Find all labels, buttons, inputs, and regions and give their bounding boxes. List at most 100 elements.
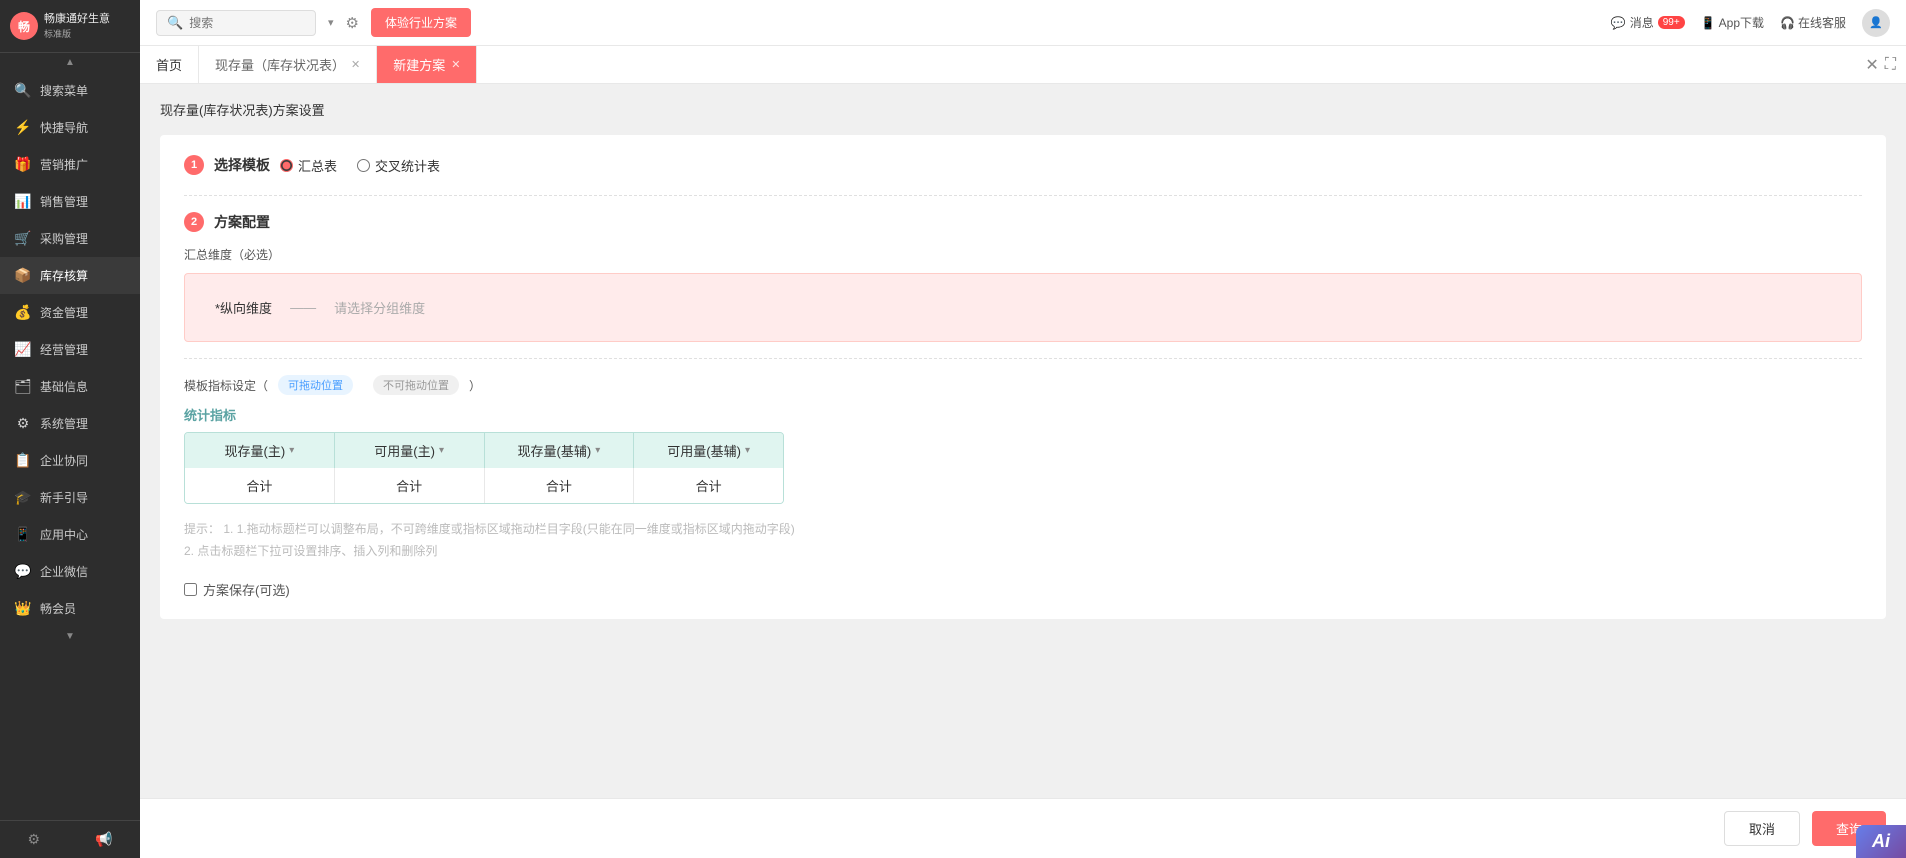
online-service-label: 在线客服 (1798, 14, 1846, 31)
inventory-icon: 📦 (14, 267, 32, 284)
tab-inventory[interactable]: 现存量（库存状况表） ✕ (199, 46, 377, 83)
sidebar-item-appstore[interactable]: 📱 应用中心 (0, 516, 140, 553)
indicator-col-2-label: 可用量(主) (374, 441, 435, 460)
indicator-cell-3: 合计 (485, 468, 635, 503)
trial-industry-button[interactable]: 体验行业方案 (371, 8, 471, 37)
indicator-col-3[interactable]: 现存量(基辅) ▾ (485, 433, 635, 468)
sidebar-item-sales[interactable]: 📊 销售管理 (0, 183, 140, 220)
online-service-button[interactable]: 🎧 在线客服 (1780, 14, 1846, 31)
sidebar-help-icon[interactable]: 📢 (95, 831, 112, 848)
indicator-col-1[interactable]: 现存量(主) ▾ (185, 433, 335, 468)
tab-close-all-icon[interactable]: ✕ (1865, 55, 1878, 75)
radio-cross-label: 交叉统计表 (375, 156, 440, 175)
agreement-icon: 📋 (14, 452, 32, 469)
sidebar-item-label-business: 经营管理 (40, 341, 88, 358)
tab-new-scheme[interactable]: 新建方案 ✕ (377, 46, 477, 83)
topbar-chevron-icon[interactable]: ▾ (328, 16, 334, 29)
app-name: 畅康通好生意 (44, 12, 110, 26)
sidebar-item-wechat[interactable]: 💬 企业微信 (0, 553, 140, 590)
sidebar-item-purchase[interactable]: 🛒 采购管理 (0, 220, 140, 257)
tabbar-actions: ✕ ⛶ (1855, 55, 1906, 75)
sidebar-logo: 畅 畅康通好生意 标准版 (0, 0, 140, 53)
app-download-label: App下载 (1719, 14, 1764, 31)
message-button[interactable]: 💬 消息 99+ (1611, 14, 1685, 31)
stats-label: 统计指标 (184, 405, 1862, 424)
radio-summary[interactable]: 汇总表 (280, 156, 337, 175)
save-option-label: 方案保存(可选) (203, 580, 290, 599)
sidebar-item-system[interactable]: ⚙ 系统管理 (0, 405, 140, 442)
indicator-col-2[interactable]: 可用量(主) ▾ (335, 433, 485, 468)
logo-icon: 畅 (10, 12, 38, 40)
sidebar-item-label-appstore: 应用中心 (40, 526, 88, 543)
tip-prefix: 提示： 1. (184, 522, 233, 536)
step2-section: 2 方案配置 汇总维度（必选） *纵向维度 —— 请选择分组维度 模板指标设定（… (184, 212, 1862, 560)
indicator-col-4[interactable]: 可用量(基辅) ▾ (634, 433, 783, 468)
tip-2-text: 2. 点击标题栏下拉可设置排序、插入列和删除列 (184, 544, 437, 558)
tip-2: 2. 点击标题栏下拉可设置排序、插入列和删除列 (184, 542, 1862, 560)
sidebar-item-basic[interactable]: 🗂 基础信息 (0, 368, 140, 405)
indicator-col-3-label: 现存量(基辅) (518, 441, 592, 460)
sidebar-item-label-finance: 资金管理 (40, 304, 88, 321)
indicator-table-header: 现存量(主) ▾ 可用量(主) ▾ 现存量(基辅) ▾ 可用量(基辅) (185, 433, 783, 468)
draggable-tag: 可拖动位置 (278, 375, 353, 395)
sidebar-item-label-system: 系统管理 (40, 415, 88, 432)
sidebar-item-label-purchase: 采购管理 (40, 230, 88, 247)
user-avatar[interactable]: 👤 (1862, 9, 1890, 37)
main-area: 🔍 ▾ ⚙ 体验行业方案 💬 消息 99+ 📱 App下载 🎧 在线客服 👤 (140, 0, 1906, 858)
topbar-search-input[interactable] (189, 16, 289, 30)
sidebar-item-quicknav[interactable]: ⚡ 快捷导航 (0, 109, 140, 146)
dimension-area[interactable]: *纵向维度 —— 请选择分组维度 (184, 273, 1862, 342)
sidebar-item-label-basic: 基础信息 (40, 378, 88, 395)
topbar-search-box: 🔍 (156, 10, 316, 36)
sidebar-item-label-wechat: 企业微信 (40, 563, 88, 580)
tab-expand-icon[interactable]: ⛶ (1885, 56, 1896, 74)
app-download-button[interactable]: 📱 App下载 (1701, 14, 1764, 31)
cancel-button[interactable]: 取消 (1724, 811, 1800, 846)
member-icon: 👑 (14, 600, 32, 617)
indicator-cell-1: 合计 (185, 468, 335, 503)
sidebar-item-label-sales: 销售管理 (40, 193, 88, 210)
indicator-cell-2: 合计 (335, 468, 485, 503)
settings-panel: 1 选择模板 汇总表 交叉统计表 (160, 135, 1886, 619)
topbar-gear-icon[interactable]: ⚙ (346, 14, 359, 32)
sidebar-item-marketing[interactable]: 🎁 营销推广 (0, 146, 140, 183)
tab-new-scheme-label: 新建方案 (393, 55, 445, 74)
save-option-checkbox[interactable] (184, 583, 197, 596)
business-icon: 📈 (14, 341, 32, 358)
finance-icon: 💰 (14, 304, 32, 321)
sidebar-settings-icon[interactable]: ⚙ (28, 831, 41, 848)
sidebar-item-business[interactable]: 📈 经营管理 (0, 331, 140, 368)
radio-summary-label: 汇总表 (298, 156, 337, 175)
avatar-icon: 👤 (1869, 16, 1883, 29)
basic-icon: 🗂 (14, 378, 32, 395)
radio-cross[interactable]: 交叉统计表 (357, 156, 440, 175)
headset-icon: 🎧 (1780, 16, 1795, 30)
sidebar-item-newbie[interactable]: 🎓 新手引导 (0, 479, 140, 516)
sidebar-item-label-inventory: 库存核算 (40, 267, 88, 284)
sidebar-item-label-quicknav: 快捷导航 (40, 119, 88, 136)
sidebar-item-agreement[interactable]: 📋 企业协同 (0, 442, 140, 479)
sidebar-scroll-down[interactable]: ▼ (0, 627, 140, 646)
ai-badge[interactable]: Ai (1856, 825, 1906, 858)
summary-dimension-label: 汇总维度（必选） (184, 246, 1862, 263)
sidebar-scroll-up[interactable]: ▲ (0, 53, 140, 72)
dim-placeholder: 请选择分组维度 (334, 298, 425, 317)
radio-summary-input[interactable] (280, 159, 293, 172)
sidebar-item-label-marketing: 营销推广 (40, 156, 88, 173)
save-option: 方案保存(可选) (184, 580, 1862, 599)
sidebar-item-search[interactable]: 🔍 搜索菜单 (0, 72, 140, 109)
sidebar-item-member[interactable]: 👑 畅会员 (0, 590, 140, 627)
indicator-col-4-label: 可用量(基辅) (667, 441, 741, 460)
dim-dash: —— (290, 300, 316, 315)
sidebar-item-finance[interactable]: 💰 资金管理 (0, 294, 140, 331)
tab-new-scheme-close-icon[interactable]: ✕ (451, 58, 460, 71)
sidebar-item-inventory[interactable]: 📦 库存核算 (0, 257, 140, 294)
sidebar-item-label-member: 畅会员 (40, 600, 76, 617)
step2-title: 方案配置 (214, 212, 270, 232)
indicator-col-1-label: 现存量(主) (225, 441, 286, 460)
tab-home[interactable]: 首页 (140, 46, 199, 83)
sidebar-item-label-search: 搜索菜单 (40, 82, 88, 99)
radio-cross-input[interactable] (357, 159, 370, 172)
tab-inventory-close-icon[interactable]: ✕ (351, 58, 360, 71)
system-icon: ⚙ (14, 415, 32, 432)
